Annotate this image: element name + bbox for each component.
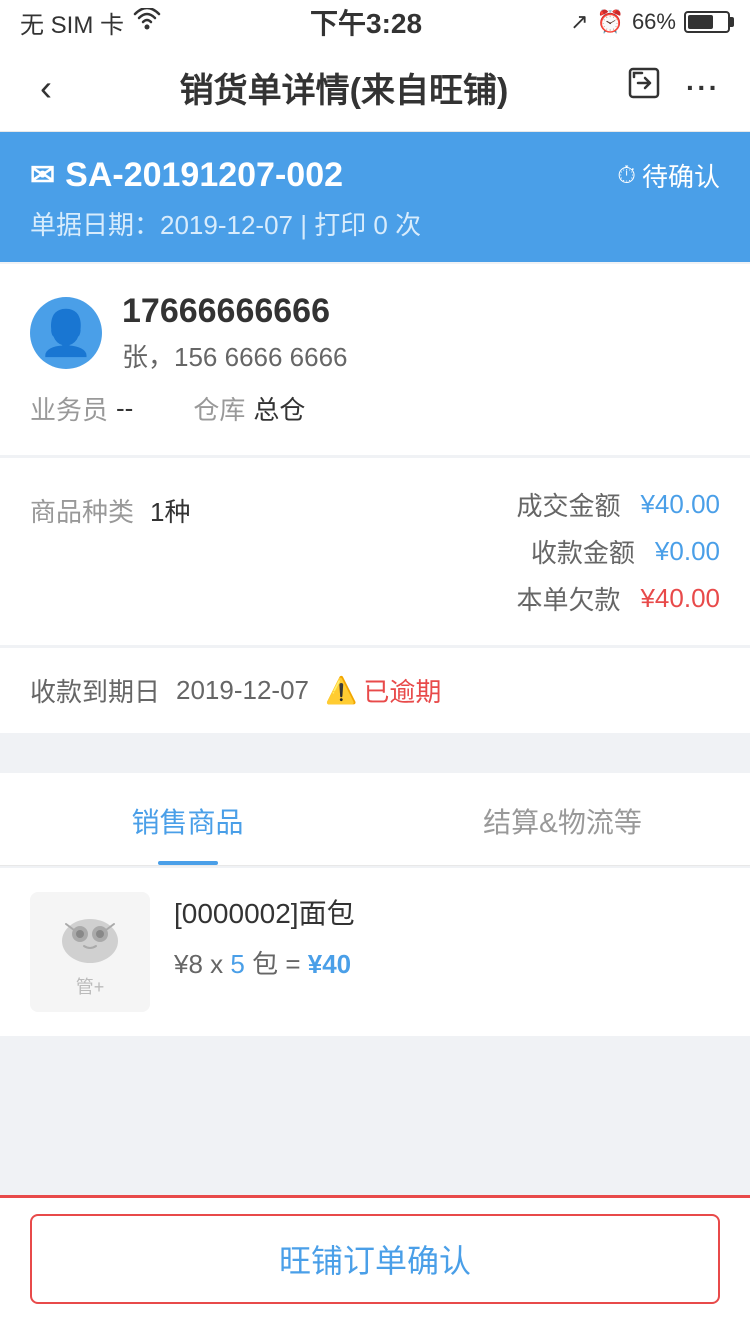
order-id-container: ✉ SA-20191207-002 bbox=[30, 156, 343, 195]
owed-amount-value: ¥40.00 bbox=[640, 583, 720, 614]
salesperson-value: -- bbox=[116, 393, 133, 424]
overdue-badge: ⚠️ 已逾期 bbox=[325, 672, 441, 709]
order-header: ✉ SA-20191207-002 ⏱ 待确认 单据日期：2019-12-07 … bbox=[0, 132, 750, 262]
price-value: ¥8 bbox=[174, 949, 203, 979]
nav-actions: ··· bbox=[626, 65, 720, 110]
bottom-bar: 旺铺订单确认 bbox=[0, 1195, 750, 1334]
product-total: ¥40 bbox=[308, 949, 351, 979]
price-multiply: x bbox=[210, 949, 230, 979]
clock-icon: ⏱ bbox=[617, 162, 636, 190]
overdue-text: 已逾期 bbox=[363, 672, 441, 709]
warehouse-meta: 仓库 总仓 bbox=[193, 390, 305, 427]
wifi-icon bbox=[132, 8, 162, 37]
deal-amount-label: 成交金额 bbox=[516, 486, 620, 523]
product-thumbnail: 管+ bbox=[30, 892, 150, 1012]
product-qty: 5 bbox=[230, 949, 244, 979]
products-section: 管+ [0000002]面包 ¥8 x 5 包 = ¥40 bbox=[0, 868, 750, 1036]
salesperson-meta: 业务员 -- bbox=[30, 390, 133, 427]
product-price: ¥8 x 5 包 = ¥40 bbox=[174, 944, 720, 981]
owl-icon bbox=[50, 906, 130, 973]
user-icon: 👤 bbox=[39, 307, 94, 359]
summary-section: 商品种类 1种 成交金额 ¥40.00 收款金额 ¥0.00 本单欠款 ¥40.… bbox=[0, 458, 750, 645]
due-date-section: 收款到期日 2019-12-07 ⚠️ 已逾期 bbox=[0, 648, 750, 733]
order-id-text: SA-20191207-002 bbox=[65, 156, 343, 195]
customer-name: 张，156 6666 6666 bbox=[122, 337, 720, 374]
more-icon[interactable]: ··· bbox=[686, 72, 720, 104]
battery-icon bbox=[684, 11, 730, 33]
price-unit: 包 bbox=[252, 949, 278, 979]
product-types: 商品种类 1种 bbox=[30, 486, 190, 529]
order-date: 单据日期：2019-12-07 | 打印 0 次 bbox=[30, 205, 720, 242]
due-date-label: 收款到期日 bbox=[30, 672, 160, 709]
customer-section: 👤 17666666666 张，156 6666 6666 业务员 -- 仓库 … bbox=[0, 264, 750, 455]
confirm-order-button[interactable]: 旺铺订单确认 bbox=[30, 1214, 720, 1304]
product-types-label: 商品种类 bbox=[30, 492, 134, 529]
product-info: [0000002]面包 ¥8 x 5 包 = ¥40 bbox=[174, 892, 720, 981]
alarm-icon: ⏰ bbox=[597, 9, 624, 35]
due-date-value: 2019-12-07 bbox=[176, 675, 309, 706]
salesperson-label: 业务员 bbox=[30, 390, 108, 427]
warehouse-label: 仓库 bbox=[193, 390, 245, 427]
brand-plus: 管+ bbox=[76, 973, 105, 999]
product-types-value: 1种 bbox=[150, 492, 190, 529]
page-title: 销货单详情(来自旺铺) bbox=[180, 63, 509, 112]
status-right: ↗ ⏰ 66% bbox=[570, 9, 730, 35]
received-amount-row: 收款金额 ¥0.00 bbox=[531, 533, 720, 570]
price-equals: = bbox=[285, 949, 307, 979]
status-bar: 无 SIM 卡 下午3:28 ↗ ⏰ 66% bbox=[0, 0, 750, 44]
email-icon: ✉ bbox=[30, 158, 55, 193]
location-icon: ↗ bbox=[570, 9, 588, 35]
order-status: ⏱ 待确认 bbox=[617, 157, 720, 194]
carrier-text: 无 SIM 卡 bbox=[20, 5, 124, 40]
received-amount-value: ¥0.00 bbox=[655, 536, 720, 567]
customer-info: 17666666666 张，156 6666 6666 bbox=[122, 292, 720, 374]
product-item: 管+ [0000002]面包 ¥8 x 5 包 = ¥40 bbox=[30, 892, 720, 1012]
deal-amount-value: ¥40.00 bbox=[640, 489, 720, 520]
battery-percent: 66% bbox=[632, 9, 676, 35]
share-icon[interactable] bbox=[626, 65, 662, 110]
amounts-section: 成交金额 ¥40.00 收款金额 ¥0.00 本单欠款 ¥40.00 bbox=[516, 486, 720, 617]
owed-amount-row: 本单欠款 ¥40.00 bbox=[516, 580, 720, 617]
tab-sales-products[interactable]: 销售商品 bbox=[0, 773, 375, 865]
tabs-section: 销售商品 结算&物流等 bbox=[0, 773, 750, 866]
warehouse-value: 总仓 bbox=[253, 390, 305, 427]
deal-amount-row: 成交金额 ¥40.00 bbox=[516, 486, 720, 523]
warning-icon: ⚠️ bbox=[325, 675, 357, 706]
received-amount-label: 收款金额 bbox=[531, 533, 635, 570]
status-text: 待确认 bbox=[642, 157, 720, 194]
status-time: 下午3:28 bbox=[310, 2, 422, 42]
customer-meta: 业务员 -- 仓库 总仓 bbox=[30, 390, 720, 427]
tabs-row: 销售商品 结算&物流等 bbox=[0, 773, 750, 865]
product-name: [0000002]面包 bbox=[174, 892, 720, 932]
back-button[interactable]: ‹ bbox=[30, 57, 62, 119]
owed-amount-label: 本单欠款 bbox=[516, 580, 620, 617]
nav-bar: ‹ 销货单详情(来自旺铺) ··· bbox=[0, 44, 750, 132]
avatar: 👤 bbox=[30, 297, 102, 369]
tab-settlement[interactable]: 结算&物流等 bbox=[375, 773, 750, 865]
status-left: 无 SIM 卡 bbox=[20, 5, 162, 40]
customer-phone: 17666666666 bbox=[122, 292, 720, 331]
